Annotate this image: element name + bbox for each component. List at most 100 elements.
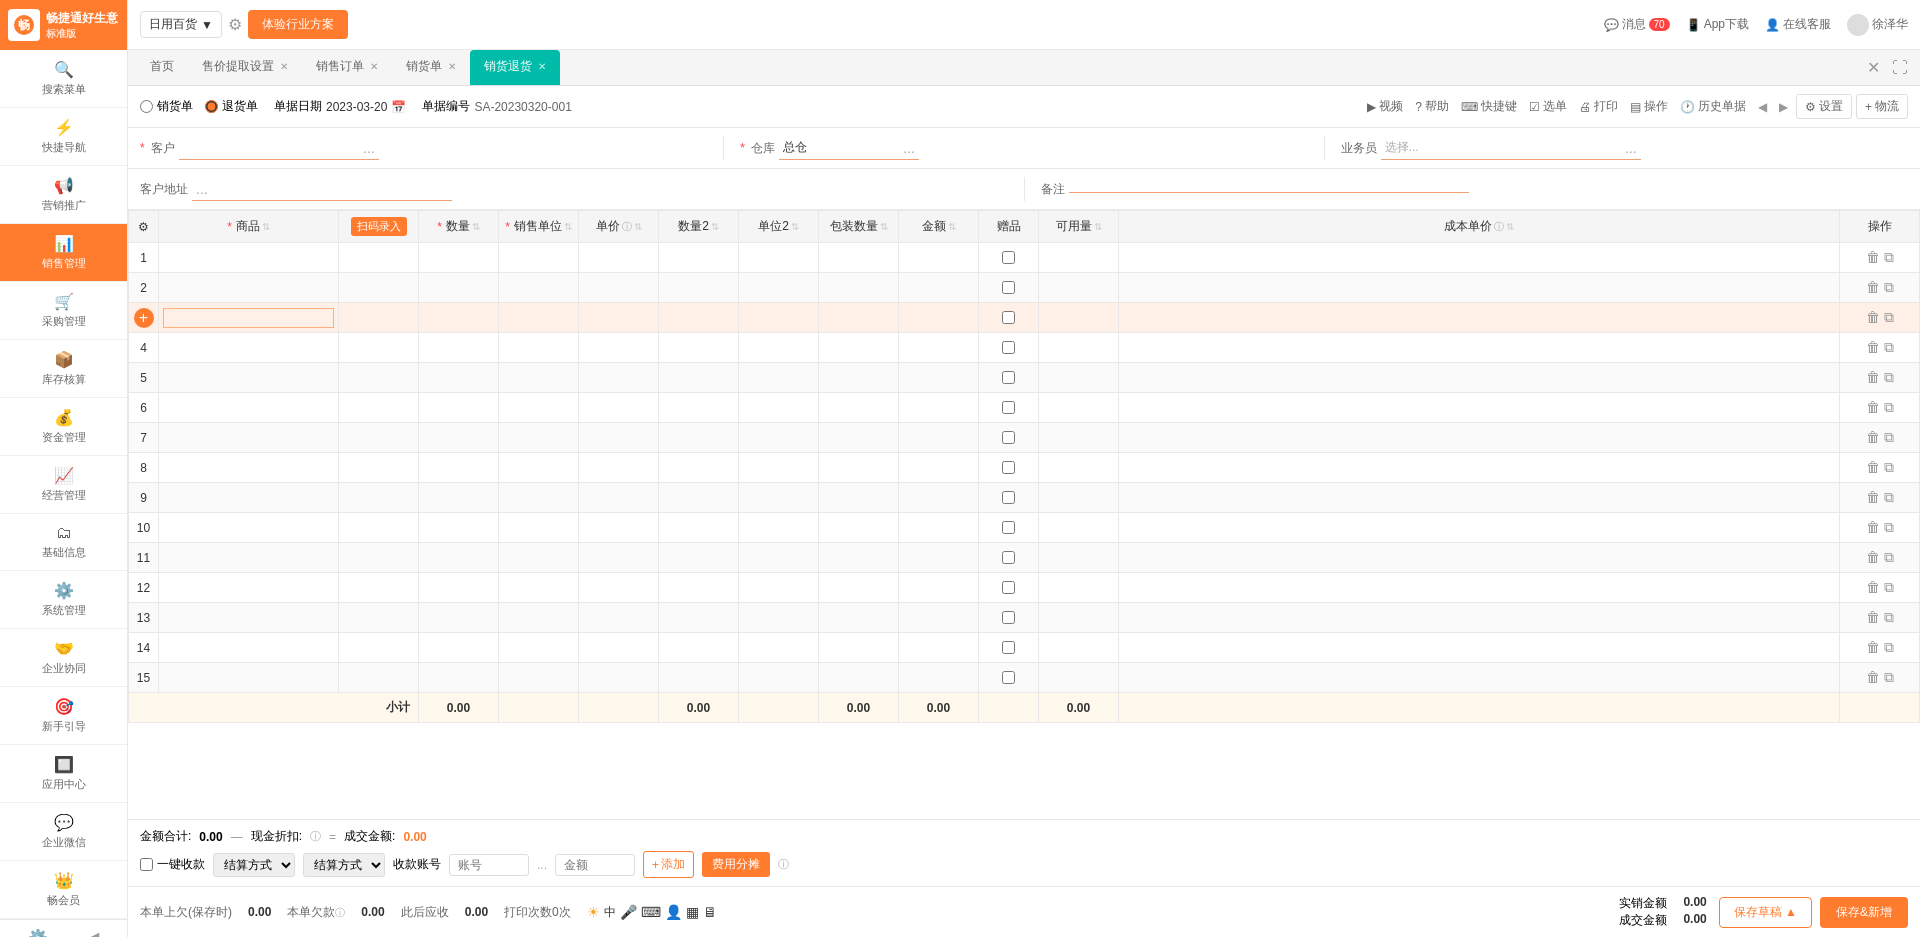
product-cell[interactable] [159, 333, 339, 363]
sidebar-item-inventory[interactable]: 📦 库存核算 [0, 340, 127, 398]
gift-checkbox[interactable] [1002, 341, 1015, 354]
unit2-cell[interactable] [739, 543, 819, 573]
qty2-cell[interactable] [659, 393, 739, 423]
delete-btn[interactable]: 🗑 [1864, 637, 1882, 657]
amount-cell[interactable] [899, 243, 979, 273]
col-gift[interactable]: 赠品 [979, 211, 1039, 243]
qty-cell[interactable] [419, 243, 499, 273]
pack-cell[interactable] [819, 603, 899, 633]
unit2-cell[interactable] [739, 333, 819, 363]
close-window-icon[interactable]: ✕ [1863, 54, 1884, 81]
copy-btn[interactable]: ⧉ [1882, 337, 1896, 358]
col-cost[interactable]: 成本单价 ⓘ ⇅ [1119, 211, 1840, 243]
tab-home[interactable]: 首页 [136, 50, 188, 85]
copy-btn[interactable]: ⧉ [1882, 547, 1896, 568]
sidebar-item-member[interactable]: 👑 畅会员 [0, 861, 127, 919]
amount-cell[interactable] [899, 273, 979, 303]
amount-cell[interactable] [899, 483, 979, 513]
amount-cell[interactable] [899, 303, 979, 333]
sidebar-item-shortcut[interactable]: ⚡ 快捷导航 [0, 108, 127, 166]
sidebar-item-sales[interactable]: 📊 销售管理 [0, 224, 127, 282]
sidebar-item-marketing[interactable]: 📢 营销推广 [0, 166, 127, 224]
dropdown-arrow[interactable]: ▲ [1785, 905, 1797, 919]
sort-icon[interactable]: ⇅ [791, 221, 799, 232]
price-cell[interactable] [579, 423, 659, 453]
pack-cell[interactable] [819, 423, 899, 453]
qty-cell[interactable] [419, 513, 499, 543]
unit-cell[interactable] [499, 483, 579, 513]
pack-cell[interactable] [819, 393, 899, 423]
copy-btn[interactable]: ⧉ [1882, 667, 1896, 688]
qty-cell[interactable] [419, 663, 499, 693]
amount-cell[interactable] [899, 513, 979, 543]
unit-cell[interactable] [499, 453, 579, 483]
pack-cell[interactable] [819, 243, 899, 273]
help-btn[interactable]: ? 帮助 [1415, 98, 1449, 115]
unit-cell[interactable] [499, 663, 579, 693]
gift-checkbox[interactable] [1002, 311, 1015, 324]
scan-btn[interactable]: 扫码录入 [351, 217, 407, 236]
price-cell[interactable] [579, 393, 659, 423]
delete-btn[interactable]: 🗑 [1864, 337, 1882, 357]
copy-btn[interactable]: ⧉ [1882, 367, 1896, 388]
unit2-cell[interactable] [739, 513, 819, 543]
amount-cell[interactable] [899, 633, 979, 663]
price-cell[interactable] [579, 633, 659, 663]
add-btn[interactable]: + 添加 [643, 851, 694, 878]
unit2-cell[interactable] [739, 633, 819, 663]
col-unit2[interactable]: 单位2 ⇅ [739, 211, 819, 243]
qty2-cell[interactable] [659, 483, 739, 513]
pack-cell[interactable] [819, 573, 899, 603]
gift-cell[interactable] [979, 273, 1039, 303]
gift-checkbox[interactable] [1002, 461, 1015, 474]
amount-cell[interactable] [899, 543, 979, 573]
fee-split-btn[interactable]: 费用分摊 [702, 852, 770, 877]
qty-cell[interactable] [419, 543, 499, 573]
account-input[interactable] [449, 854, 529, 876]
qty2-cell[interactable] [659, 333, 739, 363]
qty-cell[interactable] [419, 393, 499, 423]
gift-checkbox[interactable] [1002, 581, 1015, 594]
add-row-cell[interactable]: + [129, 303, 159, 333]
unit-cell[interactable] [499, 633, 579, 663]
sort-icon[interactable]: ⇅ [472, 221, 480, 232]
settlement-select[interactable]: 结算方式 [213, 853, 295, 877]
pack-cell[interactable] [819, 543, 899, 573]
qty2-cell[interactable] [659, 603, 739, 633]
calc-select[interactable]: 结算方式 [303, 853, 385, 877]
gift-checkbox[interactable] [1002, 611, 1015, 624]
qty2-cell[interactable] [659, 243, 739, 273]
gift-checkbox[interactable] [1002, 521, 1015, 534]
gift-cell[interactable] [979, 363, 1039, 393]
unit2-cell[interactable] [739, 483, 819, 513]
copy-btn[interactable]: ⧉ [1882, 487, 1896, 508]
operation-btn[interactable]: ▤ 操作 [1630, 98, 1668, 115]
pack-cell[interactable] [819, 483, 899, 513]
unit2-cell[interactable] [739, 273, 819, 303]
gift-checkbox[interactable] [1002, 431, 1015, 444]
next-icon[interactable]: ▶ [1779, 100, 1788, 114]
col-available[interactable]: 可用量 ⇅ [1039, 211, 1119, 243]
col-pack[interactable]: 包装数量 ⇅ [819, 211, 899, 243]
product-cell[interactable] [159, 543, 339, 573]
radio-return-input[interactable] [205, 100, 218, 113]
sidebar-item-enterprise[interactable]: 🤝 企业协同 [0, 629, 127, 687]
history-btn[interactable]: 🕐 历史单据 [1680, 98, 1746, 115]
qty-cell[interactable] [419, 423, 499, 453]
one-click-pay-checkbox[interactable] [140, 858, 153, 871]
delete-btn[interactable]: 🗑 [1864, 607, 1882, 627]
sidebar-item-operation[interactable]: 📈 经营管理 [0, 456, 127, 514]
sort-icon[interactable]: ⇅ [1506, 221, 1514, 232]
amount-cell[interactable] [899, 603, 979, 633]
price-cell[interactable] [579, 663, 659, 693]
pack-cell[interactable] [819, 303, 899, 333]
product-cell[interactable] [159, 423, 339, 453]
tab-price-setting[interactable]: 售价提取设置 ✕ [188, 50, 302, 85]
collapse-icon[interactable]: ◀ [87, 928, 99, 937]
gift-checkbox[interactable] [1002, 371, 1015, 384]
product-cell[interactable] [159, 453, 339, 483]
delete-btn[interactable]: 🗑 [1864, 667, 1882, 687]
logistics-btn[interactable]: + 物流 [1856, 94, 1908, 119]
price-cell[interactable] [579, 243, 659, 273]
qty-cell[interactable] [419, 273, 499, 303]
